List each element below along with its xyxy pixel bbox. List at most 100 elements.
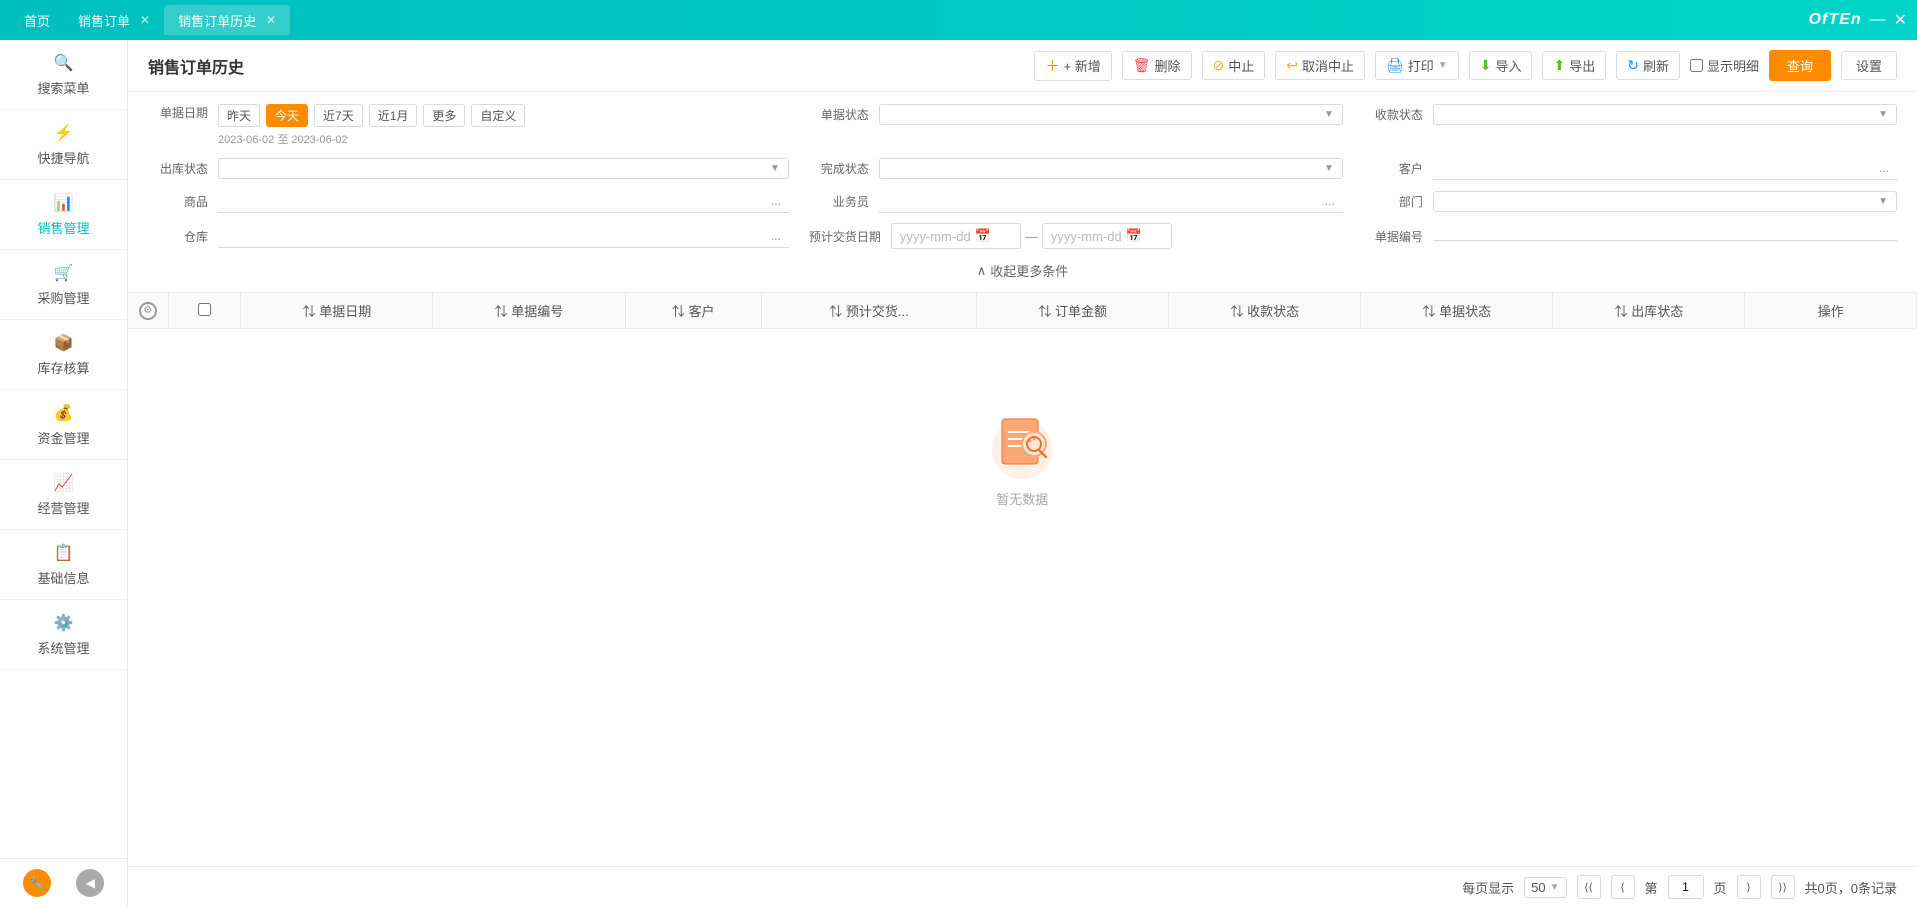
delivery-status-select[interactable]: ▼: [218, 158, 789, 179]
display-detail-checkbox[interactable]: [1690, 59, 1703, 72]
warehouse-ellipsis: ...: [771, 229, 781, 243]
sidebar-item-fund-mgmt[interactable]: 💰 资金管理: [0, 390, 127, 460]
sidebar-item-purchase-mgmt-label: 采购管理: [37, 288, 89, 307]
order-status-arrow: ▼: [1324, 109, 1334, 120]
tab-home[interactable]: 首页: [10, 5, 64, 35]
refresh-button[interactable]: ↻ 刷新: [1616, 51, 1680, 80]
col-date-label: ⇅ 单据日期: [303, 304, 372, 319]
minimize-icon[interactable]: —: [1870, 11, 1886, 29]
sidebar-item-inventory-check-label: 库存核算: [37, 358, 89, 377]
select-all-checkbox[interactable]: [198, 303, 211, 316]
col-operation: 操作: [1745, 293, 1917, 329]
sidebar-item-purchase-mgmt[interactable]: 🛒 采购管理: [0, 250, 127, 320]
tab-sales-order-history-close[interactable]: ✕: [266, 13, 276, 27]
sidebar-item-search-menu[interactable]: 🔍 搜索菜单: [0, 40, 127, 110]
sidebar-item-system-mgmt[interactable]: ⚙️ 系统管理: [0, 600, 127, 670]
export-button[interactable]: ⬆ 导出: [1542, 51, 1606, 80]
sidebar-item-basic-info[interactable]: 📋 基础信息: [0, 530, 127, 600]
date-btn-last7[interactable]: 近7天: [314, 104, 363, 127]
page-size-select[interactable]: 50 ▼: [1524, 877, 1566, 898]
sidebar-bottom: 🔧 ◀: [0, 858, 127, 907]
sidebar-item-inventory-check[interactable]: 📦 库存核算: [0, 320, 127, 390]
tab-sales-order-history-label: 销售订单历史: [178, 11, 256, 30]
complete-status-label: 完成状态: [809, 160, 879, 177]
empty-text: 暂无数据: [996, 489, 1048, 508]
expected-date-start-input[interactable]: yyyy-mm-dd 📅: [891, 223, 1021, 249]
inventory-check-icon: 📦: [53, 332, 75, 354]
sales-mgmt-icon: 📊: [53, 192, 75, 214]
goods-label: 商品: [148, 193, 218, 210]
sidebar-item-quick-nav[interactable]: ⚡ 快捷导航: [0, 110, 127, 180]
print-button[interactable]: 🖨 打印 ▼: [1375, 51, 1459, 80]
date-btn-yesterday[interactable]: 昨天: [218, 104, 260, 127]
customer-input[interactable]: ...: [1433, 157, 1897, 180]
delete-button[interactable]: 🗑 删除: [1122, 51, 1192, 80]
last-page-btn[interactable]: ⟩⟩: [1771, 875, 1795, 899]
sidebar-item-operations-mgmt[interactable]: 📈 经营管理: [0, 460, 127, 530]
col-expected-date-label: ⇅ 预计交货...: [829, 304, 908, 319]
import-button[interactable]: ⬇ 导入: [1469, 51, 1533, 80]
date-btn-more[interactable]: 更多: [423, 104, 465, 127]
order-no-input[interactable]: [1433, 232, 1897, 241]
dept-select[interactable]: ▼: [1433, 191, 1897, 212]
date-btn-custom[interactable]: 自定义: [471, 104, 525, 127]
dept-label: 部门: [1363, 193, 1433, 210]
cancel-stop-button[interactable]: ↩ 取消中止: [1275, 51, 1365, 80]
payment-status-label: 收款状态: [1363, 106, 1433, 123]
calendar-start-icon: 📅: [975, 228, 991, 244]
tab-sales-order-label: 销售订单: [78, 11, 130, 30]
expected-date-end-input[interactable]: yyyy-mm-dd 📅: [1042, 223, 1172, 249]
salesperson-ellipsis: ...: [1325, 194, 1335, 208]
stop-button[interactable]: ⊘ 中止: [1202, 51, 1266, 80]
goods-input[interactable]: ...: [218, 190, 789, 213]
sidebar-settings-icon[interactable]: 🔧: [23, 869, 51, 897]
query-button[interactable]: 查询: [1769, 50, 1831, 81]
tab-sales-order-close[interactable]: ✕: [140, 13, 150, 27]
next-page-btn[interactable]: ⟩: [1737, 875, 1761, 899]
top-bar: 首页 销售订单 ✕ 销售订单历史 ✕ OfTEn — ✕: [0, 0, 1917, 40]
date-btn-last1m[interactable]: 近1月: [369, 104, 418, 127]
top-bar-right: OfTEn — ✕: [1809, 10, 1907, 30]
add-button[interactable]: ＋ + 新增: [1034, 51, 1111, 81]
col-settings: ⚙: [128, 293, 168, 329]
tab-sales-order[interactable]: 销售订单 ✕: [64, 5, 164, 35]
table-settings-icon[interactable]: ⚙: [139, 302, 157, 320]
order-status-select[interactable]: ▼: [879, 104, 1343, 125]
goods-ellipsis: ...: [771, 194, 781, 208]
sidebar-item-sales-mgmt-label: 销售管理: [37, 218, 89, 237]
first-page-btn[interactable]: ⟨⟨: [1577, 875, 1601, 899]
salesperson-input[interactable]: ...: [879, 190, 1343, 213]
collapse-link[interactable]: ∧ 收起更多条件: [148, 257, 1897, 280]
empty-state: 暂无数据: [128, 329, 1917, 568]
table-area: ⚙ ⇅ 单据日期 ⇅ 单据编号 ⇅ 客户: [128, 293, 1917, 866]
close-window-icon[interactable]: ✕: [1894, 10, 1907, 30]
settings-button[interactable]: 设置: [1841, 51, 1897, 80]
col-order-status: ⇅ 单据状态: [1361, 293, 1553, 329]
payment-status-arrow: ▼: [1878, 109, 1888, 120]
filter-payment-status-group: 收款状态 ▼: [1363, 104, 1897, 125]
complete-status-select[interactable]: ▼: [879, 158, 1343, 179]
collapse-label: 收起更多条件: [990, 261, 1068, 280]
sidebar-item-sales-mgmt[interactable]: 📊 销售管理: [0, 180, 127, 250]
print-button-label: 打印: [1408, 56, 1434, 75]
delivery-status-arrow: ▼: [770, 163, 780, 174]
tab-sales-order-history[interactable]: 销售订单历史 ✕: [164, 5, 290, 35]
payment-status-select[interactable]: ▼: [1433, 104, 1897, 125]
page-title: 销售订单历史: [148, 54, 244, 78]
collapse-up-icon: ∧: [977, 263, 987, 279]
display-detail-check[interactable]: 显示明细: [1690, 56, 1759, 75]
warehouse-label: 仓库: [148, 228, 218, 245]
filter-customer-group: 客户 ...: [1363, 157, 1897, 180]
warehouse-input[interactable]: ...: [218, 225, 789, 248]
delivery-status-label: 出库状态: [148, 160, 218, 177]
sidebar-collapse-icon[interactable]: ◀: [76, 869, 104, 897]
delete-button-label: 删除: [1154, 56, 1180, 75]
order-no-label: 单据编号: [1363, 228, 1433, 245]
date-range-text: 2023-06-02 至 2023-06-02: [218, 131, 525, 147]
filter-dept-group: 部门 ▼: [1363, 191, 1897, 212]
filter-goods-group: 商品 ...: [148, 190, 789, 213]
page-number-input[interactable]: [1668, 875, 1704, 899]
date-btn-today[interactable]: 今天: [266, 104, 308, 127]
prev-page-btn[interactable]: ⟨: [1611, 875, 1635, 899]
col-payment-status: ⇅ 收款状态: [1169, 293, 1361, 329]
